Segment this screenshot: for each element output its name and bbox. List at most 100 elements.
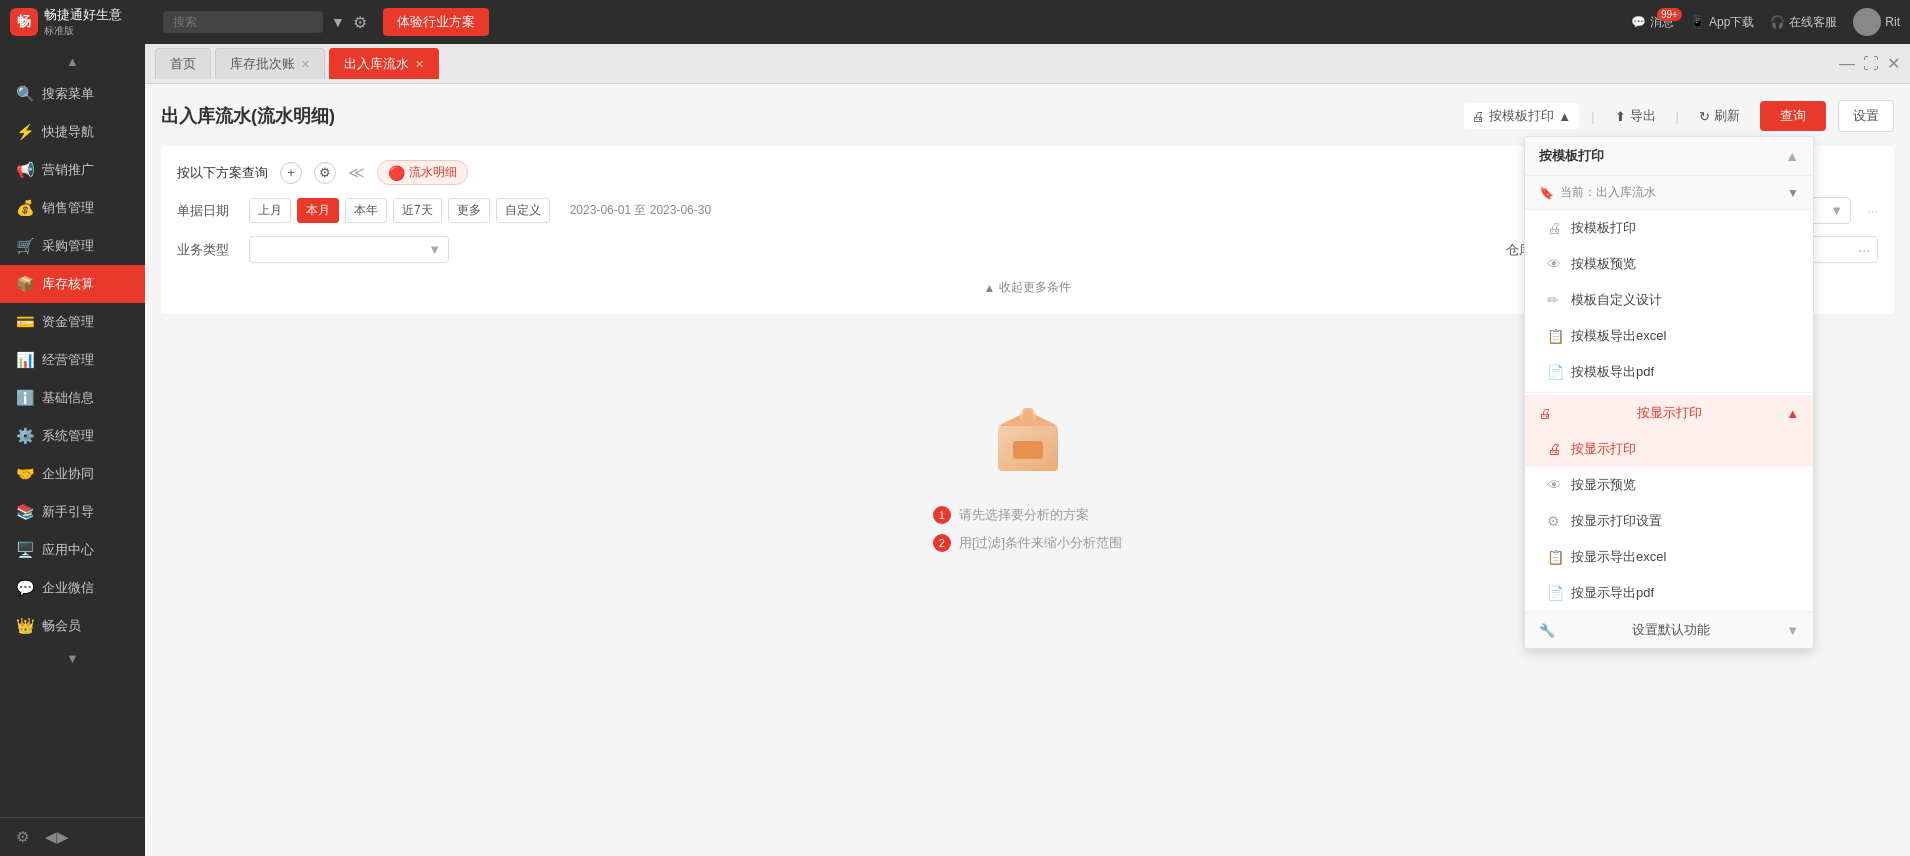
message-btn[interactable]: 💬 消息 99+ — [1631, 14, 1674, 31]
date-btn-custom[interactable]: 自定义 — [496, 198, 550, 223]
filter-tag-icon: 🔴 — [388, 165, 405, 181]
sidebar-label-member: 畅会员 — [42, 617, 81, 635]
sidebar-label-finance: 资金管理 — [42, 313, 94, 331]
filter-collapse-btn[interactable]: ≪ — [348, 163, 365, 182]
refresh-btn[interactable]: ↻ 刷新 — [1691, 103, 1748, 129]
tab-stock-flow[interactable]: 出入库流水 ✕ — [329, 48, 439, 79]
sidebar-item-system[interactable]: ⚙️ 系统管理 — [0, 417, 145, 455]
sidebar-scroll-down[interactable]: ▼ — [0, 645, 145, 672]
tab-inventory-batch-label: 库存批次账 — [230, 55, 295, 73]
online-service-btn[interactable]: 🎧 在线客服 — [1770, 14, 1837, 31]
dropdown-item-display-settings[interactable]: ⚙ 按显示打印设置 — [1525, 503, 1813, 539]
dropdown-item-template-design[interactable]: ✏ 模板自定义设计 — [1525, 282, 1813, 318]
date-range-display: 2023-06-01 至 2023-06-30 — [570, 202, 711, 219]
sidebar-item-appcenter[interactable]: 🖥️ 应用中心 — [0, 531, 145, 569]
eye-icon: 👁 — [1547, 256, 1563, 272]
date-btn-last-month[interactable]: 上月 — [249, 198, 291, 223]
sidebar-item-guide[interactable]: 📚 新手引导 — [0, 493, 145, 531]
dropdown-item-template-excel[interactable]: 📋 按模板导出excel — [1525, 318, 1813, 354]
export-btn[interactable]: ⬆ 导出 — [1607, 103, 1664, 129]
sidebar-item-quicknav[interactable]: ⚡ 快捷导航 — [0, 113, 145, 151]
sidebar-collapse-icon[interactable]: ◀▶ — [45, 828, 69, 846]
date-btn-more[interactable]: 更多 — [448, 198, 490, 223]
warehouse-more-icon[interactable]: ··· — [1858, 242, 1870, 258]
dropdown-item-display-pdf[interactable]: 📄 按显示导出pdf — [1525, 575, 1813, 611]
display-print-item-icon: 🖨 — [1547, 441, 1563, 457]
dropdown-section-display[interactable]: 🖨 按显示打印 ▲ — [1525, 395, 1813, 431]
settings-icon[interactable]: ⚙ — [353, 13, 367, 32]
sidebar-item-marketing[interactable]: 📢 营销推广 — [0, 151, 145, 189]
sidebar-scroll-up[interactable]: ▲ — [0, 48, 145, 75]
setting-btn[interactable]: 设置 — [1838, 100, 1894, 132]
display-pdf-icon: 📄 — [1547, 585, 1563, 601]
sidebar-item-basicinfo[interactable]: ℹ️ 基础信息 — [0, 379, 145, 417]
tab-inventory-batch-close[interactable]: ✕ — [301, 58, 310, 71]
sidebar-item-wechat[interactable]: 💬 企业微信 — [0, 569, 145, 607]
sidebar-item-collaboration[interactable]: 🤝 企业协同 — [0, 455, 145, 493]
tab-expand-icon[interactable]: ⛶ — [1863, 55, 1879, 73]
sidebar-label-system: 系统管理 — [42, 427, 94, 445]
dropdown-item-display-print[interactable]: 🖨 按显示打印 — [1525, 431, 1813, 467]
date-btn-this-year[interactable]: 本年 — [345, 198, 387, 223]
sidebar-label-basicinfo: 基础信息 — [42, 389, 94, 407]
tab-stock-flow-close[interactable]: ✕ — [415, 58, 424, 71]
date-btn-this-month[interactable]: 本月 — [297, 198, 339, 223]
dropdown-footer[interactable]: 🔧 设置默认功能 ▼ — [1525, 611, 1813, 648]
chart-icon: 📊 — [16, 351, 34, 369]
avatar — [1853, 8, 1881, 36]
top-header: 畅 畅捷通好生意 标准版 ▼ ⚙ 体验行业方案 💬 消息 99+ 📱 App下载… — [0, 0, 1910, 44]
tab-inventory-batch[interactable]: 库存批次账 ✕ — [215, 48, 325, 79]
date-label: 单据日期 — [177, 202, 237, 220]
dropdown-item-template-pdf[interactable]: 📄 按模板导出pdf — [1525, 354, 1813, 390]
step-2-text: 用[过滤]条件来缩小分析范围 — [959, 534, 1122, 552]
sidebar-settings-icon[interactable]: ⚙ — [16, 828, 29, 846]
header-right: 💬 消息 99+ 📱 App下载 🎧 在线客服 Rit — [1631, 8, 1900, 36]
svg-rect-4 — [1023, 408, 1033, 424]
page-content: 出入库流水(流水明细) 🖨 按模板打印 ▲ | ⬆ 导出 | ↻ — [145, 84, 1910, 856]
wechat-icon: 💬 — [16, 579, 34, 597]
dropdown-item-template-print[interactable]: 🖨 按模板打印 — [1525, 210, 1813, 246]
lightning-icon: ⚡ — [16, 123, 34, 141]
header-search-input[interactable] — [163, 11, 323, 33]
sidebar-label-collaboration: 企业协同 — [42, 465, 94, 483]
query-btn[interactable]: 查询 — [1760, 101, 1826, 131]
dropdown-header: 按模板打印 ▲ — [1525, 137, 1813, 176]
sidebar-label-inventory: 库存核算 — [42, 275, 94, 293]
trial-btn[interactable]: 体验行业方案 — [383, 8, 489, 36]
divider-2: | — [1676, 109, 1679, 124]
dropdown-title: 按模板打印 — [1539, 147, 1604, 165]
sidebar-item-sales[interactable]: 💰 销售管理 — [0, 189, 145, 227]
empty-state-illustration — [978, 386, 1078, 486]
sidebar-item-inventory[interactable]: 📦 库存核算 — [0, 265, 145, 303]
collapse-more-btn[interactable]: ▲ 收起更多条件 — [976, 275, 1080, 300]
page-title: 出入库流水(流水明细) — [161, 104, 335, 128]
current-chevron[interactable]: ▼ — [1787, 186, 1799, 200]
business-type-select[interactable] — [249, 236, 449, 263]
app-download-btn[interactable]: 📱 App下载 — [1690, 14, 1754, 31]
sidebar-item-purchase[interactable]: 🛒 采购管理 — [0, 227, 145, 265]
empty-step-2: 2 用[过滤]条件来缩小分析范围 — [933, 534, 1122, 552]
user-name: Rit — [1885, 15, 1900, 29]
dropdown-item-display-excel[interactable]: 📋 按显示导出excel — [1525, 539, 1813, 575]
megaphone-icon: 📢 — [16, 161, 34, 179]
sidebar-item-operations[interactable]: 📊 经营管理 — [0, 341, 145, 379]
tab-minimize-icon[interactable]: — — [1839, 55, 1855, 73]
tab-home-label: 首页 — [170, 55, 196, 73]
tab-close-all-icon[interactable]: ✕ — [1887, 54, 1900, 73]
dropdown-item-display-preview[interactable]: 👁 按显示预览 — [1525, 467, 1813, 503]
dropdown-close-arrow[interactable]: ▲ — [1785, 148, 1799, 164]
date-btn-7days[interactable]: 近7天 — [393, 198, 442, 223]
sidebar-item-search[interactable]: 🔍 搜索菜单 — [0, 75, 145, 113]
dropdown-item-template-preview[interactable]: 👁 按模板预览 — [1525, 246, 1813, 282]
filter-settings-btn[interactable]: ⚙ — [314, 162, 336, 184]
print-template-btn[interactable]: 🖨 按模板打印 ▲ — [1464, 103, 1579, 129]
sidebar-item-finance[interactable]: 💳 资金管理 — [0, 303, 145, 341]
display-excel-icon: 📋 — [1547, 549, 1563, 565]
tab-home[interactable]: 首页 — [155, 48, 211, 79]
filter-add-btn[interactable]: + — [280, 162, 302, 184]
step-num-2: 2 — [933, 534, 951, 552]
header-dropdown-btn[interactable]: ▼ — [331, 14, 345, 30]
sidebar-item-member[interactable]: 👑 畅会员 — [0, 607, 145, 645]
user-avatar-area[interactable]: Rit — [1853, 8, 1900, 36]
handshake-icon: 🤝 — [16, 465, 34, 483]
